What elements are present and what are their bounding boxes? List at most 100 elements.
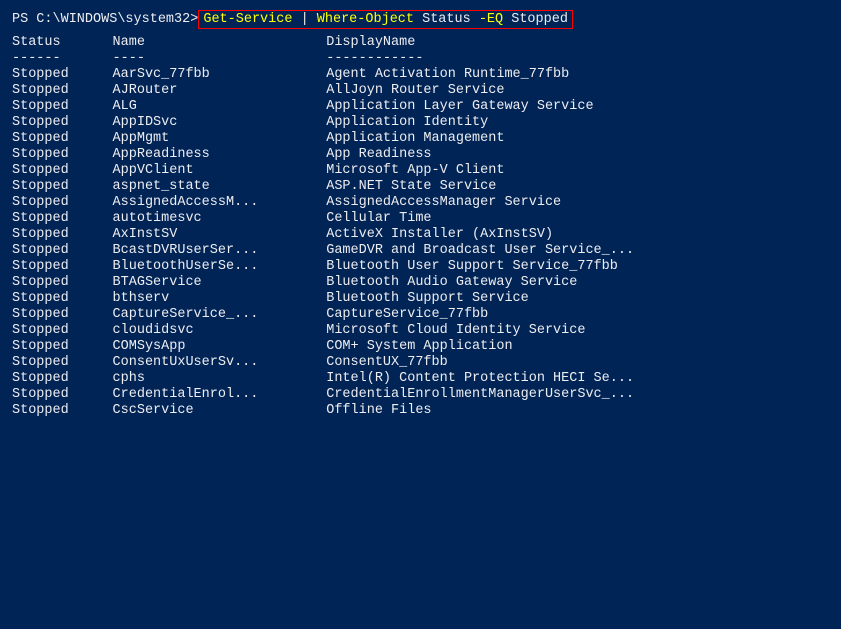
cell-status: Stopped	[12, 227, 113, 243]
cell-name: CaptureService_...	[113, 307, 327, 323]
table-row: StoppedAppVClientMicrosoft App-V Client	[12, 163, 829, 179]
table-header-row: Status Name DisplayName	[12, 35, 829, 51]
cmd-get-service: Get-Service	[203, 12, 292, 27]
cell-name: bthserv	[113, 291, 327, 307]
table-row: StoppedBTAGServiceBluetooth Audio Gatewa…	[12, 275, 829, 291]
cell-displayname: Bluetooth Audio Gateway Service	[326, 275, 829, 291]
cell-status: Stopped	[12, 83, 113, 99]
cell-status: Stopped	[12, 259, 113, 275]
cell-displayname: GameDVR and Broadcast User Service_...	[326, 243, 829, 259]
table-row: StoppedConsentUxUserSv...ConsentUX_77fbb	[12, 355, 829, 371]
cell-status: Stopped	[12, 355, 113, 371]
table-row: StoppedcloudidsvcMicrosoft Cloud Identit…	[12, 323, 829, 339]
cell-name: AppMgmt	[113, 131, 327, 147]
cell-status: Stopped	[12, 115, 113, 131]
table-row: StoppedAJRouterAllJoyn Router Service	[12, 83, 829, 99]
cell-name: AppReadiness	[113, 147, 327, 163]
cell-displayname: Application Layer Gateway Service	[326, 99, 829, 115]
cell-status: Stopped	[12, 163, 113, 179]
cell-name: BTAGService	[113, 275, 327, 291]
cell-status: Stopped	[12, 403, 113, 419]
cell-status: Stopped	[12, 339, 113, 355]
cell-displayname: Intel(R) Content Protection HECI Se...	[326, 371, 829, 387]
cell-status: Stopped	[12, 147, 113, 163]
cell-status: Stopped	[12, 195, 113, 211]
cell-displayname: Bluetooth Support Service	[326, 291, 829, 307]
cell-status: Stopped	[12, 387, 113, 403]
cmd-eq: -EQ	[479, 12, 503, 27]
cmd-stopped-param: Stopped	[503, 12, 568, 27]
cell-displayname: ASP.NET State Service	[326, 179, 829, 195]
cell-displayname: Bluetooth User Support Service_77fbb	[326, 259, 829, 275]
sep-displayname: ------------	[326, 51, 829, 67]
table-row: StoppedCscServiceOffline Files	[12, 403, 829, 419]
prompt: PS C:\WINDOWS\system32>	[12, 12, 198, 27]
cell-name: aspnet_state	[113, 179, 327, 195]
table-row: StoppedCaptureService_...CaptureService_…	[12, 307, 829, 323]
table-row: StoppedautotimesvcCellular Time	[12, 211, 829, 227]
cmd-status: Status	[414, 12, 479, 27]
cell-name: ALG	[113, 99, 327, 115]
header-name: Name	[113, 35, 327, 51]
cell-name: AppVClient	[113, 163, 327, 179]
cell-name: autotimesvc	[113, 211, 327, 227]
table-row: StoppedALGApplication Layer Gateway Serv…	[12, 99, 829, 115]
table-row: StoppedBcastDVRUserSer...GameDVR and Bro…	[12, 243, 829, 259]
cell-name: BluetoothUserSe...	[113, 259, 327, 275]
table-row: StoppedAppMgmtApplication Management	[12, 131, 829, 147]
cell-name: AarSvc_77fbb	[113, 67, 327, 83]
cell-displayname: Microsoft Cloud Identity Service	[326, 323, 829, 339]
table-row: StoppedAppIDSvcApplication Identity	[12, 115, 829, 131]
table-row: StoppedCredentialEnrol...CredentialEnrol…	[12, 387, 829, 403]
cmd-where-object: Where-Object	[317, 12, 414, 27]
cell-status: Stopped	[12, 243, 113, 259]
table-row: Stoppedaspnet_stateASP.NET State Service	[12, 179, 829, 195]
cell-displayname: AssignedAccessManager Service	[326, 195, 829, 211]
cell-displayname: Agent Activation Runtime_77fbb	[326, 67, 829, 83]
cell-status: Stopped	[12, 291, 113, 307]
cell-status: Stopped	[12, 67, 113, 83]
header-status: Status	[12, 35, 113, 51]
cell-name: CscService	[113, 403, 327, 419]
cell-displayname: ActiveX Installer (AxInstSV)	[326, 227, 829, 243]
cell-name: cphs	[113, 371, 327, 387]
cell-status: Stopped	[12, 211, 113, 227]
cell-name: BcastDVRUserSer...	[113, 243, 327, 259]
cell-status: Stopped	[12, 275, 113, 291]
cell-displayname: AllJoyn Router Service	[326, 83, 829, 99]
cell-name: cloudidsvc	[113, 323, 327, 339]
cell-displayname: Cellular Time	[326, 211, 829, 227]
cell-name: AxInstSV	[113, 227, 327, 243]
pipe: |	[292, 12, 316, 27]
table-row: StoppedAxInstSVActiveX Installer (AxInst…	[12, 227, 829, 243]
service-table-body: StoppedAarSvc_77fbbAgent Activation Runt…	[12, 67, 829, 419]
header-displayname: DisplayName	[326, 35, 829, 51]
table-separator-row: ------ ---- ------------	[12, 51, 829, 67]
cell-displayname: App Readiness	[326, 147, 829, 163]
cell-name: AssignedAccessM...	[113, 195, 327, 211]
terminal-window: PS C:\WINDOWS\system32> Get-Service | Wh…	[12, 10, 829, 419]
cell-displayname: COM+ System Application	[326, 339, 829, 355]
table-row: StoppedCOMSysAppCOM+ System Application	[12, 339, 829, 355]
sep-status: ------	[12, 51, 113, 67]
table-row: StoppedAssignedAccessM...AssignedAccessM…	[12, 195, 829, 211]
cell-name: AJRouter	[113, 83, 327, 99]
cell-name: AppIDSvc	[113, 115, 327, 131]
cell-name: COMSysApp	[113, 339, 327, 355]
cell-displayname: Application Identity	[326, 115, 829, 131]
cell-displayname: Offline Files	[326, 403, 829, 419]
cell-displayname: Microsoft App-V Client	[326, 163, 829, 179]
cell-name: CredentialEnrol...	[113, 387, 327, 403]
cell-displayname: CaptureService_77fbb	[326, 307, 829, 323]
command-box: Get-Service | Where-Object Status -EQ St…	[198, 10, 573, 29]
table-row: StoppedAarSvc_77fbbAgent Activation Runt…	[12, 67, 829, 83]
table-row: StoppedAppReadinessApp Readiness	[12, 147, 829, 163]
table-row: StoppedBluetoothUserSe...Bluetooth User …	[12, 259, 829, 275]
table-row: StoppedcphsIntel(R) Content Protection H…	[12, 371, 829, 387]
cell-status: Stopped	[12, 323, 113, 339]
cell-displayname: CredentialEnrollmentManagerUserSvc_...	[326, 387, 829, 403]
sep-name: ----	[113, 51, 327, 67]
cell-name: ConsentUxUserSv...	[113, 355, 327, 371]
table-row: StoppedbthservBluetooth Support Service	[12, 291, 829, 307]
cell-displayname: Application Management	[326, 131, 829, 147]
